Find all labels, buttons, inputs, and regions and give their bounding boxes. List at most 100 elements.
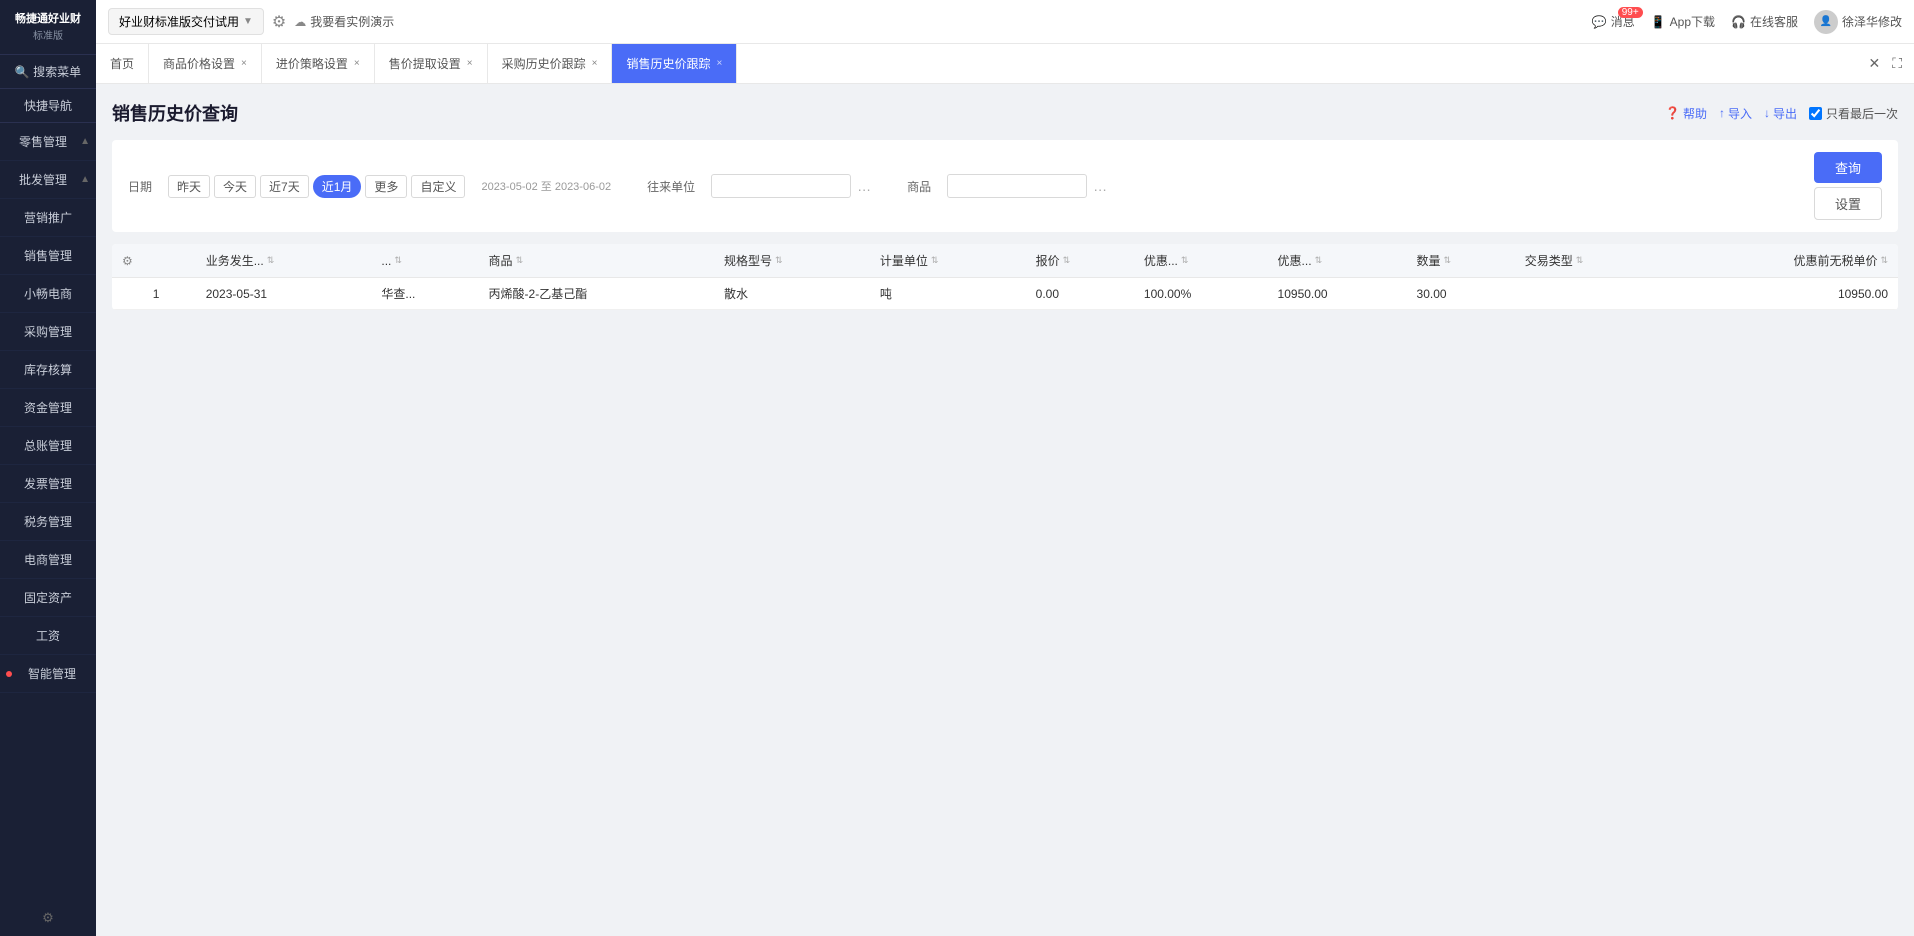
query-btn[interactable]: 查询 (1814, 152, 1882, 183)
search-label: 搜索菜单 (33, 65, 81, 79)
col-extra[interactable]: ... ⇅ (371, 244, 478, 278)
col-price[interactable]: 报价 ⇅ (1026, 244, 1134, 278)
sidebar-item-tax[interactable]: 税务管理 (0, 503, 96, 541)
col-qty[interactable]: 数量 ⇅ (1407, 244, 1515, 278)
customer-dots-btn[interactable]: … (857, 178, 871, 194)
payroll-label: 工资 (6, 627, 90, 644)
sidebar-item-wholesale[interactable]: 批发管理 ▲ (0, 161, 96, 199)
ecommerce-small-label: 小畅电商 (6, 285, 90, 302)
col-price-label: 报价 (1036, 252, 1060, 269)
cell-date: 2023-05-31 (196, 278, 372, 310)
cell-discount-val: 10950.00 (1268, 278, 1407, 310)
only-last-checkbox[interactable]: 只看最后一次 (1809, 105, 1898, 122)
tab-purchase-strategy-close[interactable]: × (354, 58, 360, 69)
message-badge: 99+ (1618, 7, 1643, 18)
sidebar-item-sales[interactable]: 销售管理 (0, 237, 96, 275)
column-settings-icon[interactable]: ⚙ (122, 254, 133, 268)
product-dots-btn[interactable]: … (1093, 178, 1107, 194)
only-last-input[interactable] (1809, 107, 1822, 120)
tab-sales-history[interactable]: 销售历史价跟踪 × (612, 44, 737, 84)
tab-restore-btn[interactable]: ⛶ (1888, 53, 1906, 74)
sidebar-item-ecommerce[interactable]: 电商管理 (0, 541, 96, 579)
settings-icon: ⚙ (42, 910, 54, 925)
sidebar-search[interactable]: 🔍 搜索菜单 (0, 55, 96, 89)
date-btn-more[interactable]: 更多 (365, 175, 407, 198)
import-link[interactable]: ↑ 导入 (1719, 105, 1752, 122)
date-btn-yesterday[interactable]: 昨天 (168, 175, 210, 198)
tab-purchase-history-close[interactable]: × (592, 58, 598, 69)
sort-icon-product: ⇅ (516, 255, 524, 266)
date-btn-custom[interactable]: 自定义 (411, 175, 465, 198)
online-service-btn[interactable]: 🎧 在线客服 (1731, 13, 1798, 30)
col-spec[interactable]: 规格型号 ⇅ (714, 244, 870, 278)
tabbar-end: ✕ ⛶ (1856, 53, 1914, 74)
date-btn-today[interactable]: 今天 (214, 175, 256, 198)
tab-sales-history-close[interactable]: × (716, 58, 722, 69)
sort-icon-extra: ⇅ (394, 255, 402, 266)
sidebar-item-ecommerce-small[interactable]: 小畅电商 (0, 275, 96, 313)
date-btn-last1m[interactable]: 近1月 (313, 175, 362, 198)
date-range-text: 2023-05-02 至 2023-06-02 (481, 178, 611, 194)
topbar-right: 💬 消息 99+ 📱 App下载 🎧 在线客服 👤 徐泽华修改 (1592, 10, 1902, 34)
tab-purchase-history[interactable]: 采购历史价跟踪 × (488, 44, 613, 84)
sidebar-settings-btn[interactable]: ⚙ (0, 900, 96, 936)
help-label: 帮助 (1683, 105, 1707, 122)
sidebar-item-assets[interactable]: 固定资产 (0, 579, 96, 617)
export-link[interactable]: ↓ 导出 (1764, 105, 1797, 122)
sort-icon-type: ⇅ (1576, 255, 1584, 266)
sidebar-item-purchase[interactable]: 采购管理 (0, 313, 96, 351)
customer-input[interactable] (711, 174, 851, 198)
col-date[interactable]: 业务发生... ⇅ (196, 244, 372, 278)
col-date-label: 业务发生... (206, 252, 264, 269)
filter-row: 日期 昨天 今天 近7天 近1月 更多 自定义 2023-05-02 至 202… (128, 152, 1882, 220)
sidebar-item-finance[interactable]: 资金管理 (0, 389, 96, 427)
tab-price-settings[interactable]: 商品价格设置 × (149, 44, 262, 84)
sidebar-quicknav[interactable]: 快捷导航 (0, 89, 96, 123)
app-download-btn[interactable]: 📱 App下载 (1651, 13, 1715, 30)
help-link[interactable]: ❓ 帮助 (1665, 105, 1707, 122)
tab-purchase-strategy[interactable]: 进价策略设置 × (262, 44, 375, 84)
tab-price-settings-close[interactable]: × (241, 58, 247, 69)
date-btn-last7[interactable]: 近7天 (260, 175, 309, 198)
topbar-settings-icon[interactable]: ⚙ (272, 12, 286, 32)
col-unit[interactable]: 计量单位 ⇅ (870, 244, 1026, 278)
sidebar-item-smart[interactable]: 智能管理 (0, 655, 96, 693)
settings-btn[interactable]: 设置 (1814, 187, 1882, 220)
col-product-label: 商品 (489, 252, 513, 269)
col-type[interactable]: 交易类型 ⇅ (1515, 244, 1671, 278)
sidebar-item-invoice[interactable]: 发票管理 (0, 465, 96, 503)
tab-close-all-btn[interactable]: ✕ (1864, 53, 1884, 74)
col-discount-pct-label: 优惠... (1144, 252, 1178, 269)
only-last-label: 只看最后一次 (1826, 105, 1898, 122)
demo-link[interactable]: ☁ 我要看实例演示 (294, 13, 394, 30)
sidebar-item-marketing[interactable]: 营销推广 (0, 199, 96, 237)
sidebar-item-ledger[interactable]: 总账管理 (0, 427, 96, 465)
user-menu-btn[interactable]: 👤 徐泽华修改 (1814, 10, 1902, 34)
sidebar-item-inventory[interactable]: 库存核算 (0, 351, 96, 389)
filter-btn-group: 查询 设置 (1814, 152, 1882, 220)
sidebar: 畅捷通好业财 标准版 🔍 搜索菜单 快捷导航 零售管理 ▲ 批发管理 ▲ 营销推… (0, 0, 96, 936)
product-input[interactable] (947, 174, 1087, 198)
filter-area: 日期 昨天 今天 近7天 近1月 更多 自定义 2023-05-02 至 202… (112, 140, 1898, 232)
cell-product: 丙烯酸-2-乙基己酯 (479, 278, 714, 310)
col-product[interactable]: 商品 ⇅ (479, 244, 714, 278)
wholesale-arrow: ▲ (80, 174, 90, 185)
date-buttons: 昨天 今天 近7天 近1月 更多 自定义 (168, 175, 465, 198)
sidebar-item-payroll[interactable]: 工资 (0, 617, 96, 655)
logo-sub: 标准版 (8, 27, 88, 42)
tab-price-extract-close[interactable]: × (467, 58, 473, 69)
edition-selector[interactable]: 好业财标准版交付试用 ▼ (108, 8, 264, 35)
import-icon: ↑ (1719, 106, 1725, 120)
tab-price-extract[interactable]: 售价提取设置 × (375, 44, 488, 84)
marketing-label: 营销推广 (6, 209, 90, 226)
page-actions: ❓ 帮助 ↑ 导入 ↓ 导出 只看最后一次 (1665, 105, 1898, 122)
messages-btn[interactable]: 💬 消息 99+ (1592, 13, 1635, 30)
tab-purchase-history-label: 采购历史价跟踪 (502, 55, 586, 72)
import-label: 导入 (1728, 105, 1752, 122)
tab-home[interactable]: 首页 (96, 44, 149, 84)
tab-purchase-strategy-label: 进价策略设置 (276, 55, 348, 72)
col-pretax-price[interactable]: 优惠前无税单价 ⇅ (1671, 244, 1898, 278)
col-discount-val[interactable]: 优惠... ⇅ (1268, 244, 1407, 278)
sidebar-item-retail[interactable]: 零售管理 ▲ (0, 123, 96, 161)
col-discount-pct[interactable]: 优惠... ⇅ (1134, 244, 1268, 278)
